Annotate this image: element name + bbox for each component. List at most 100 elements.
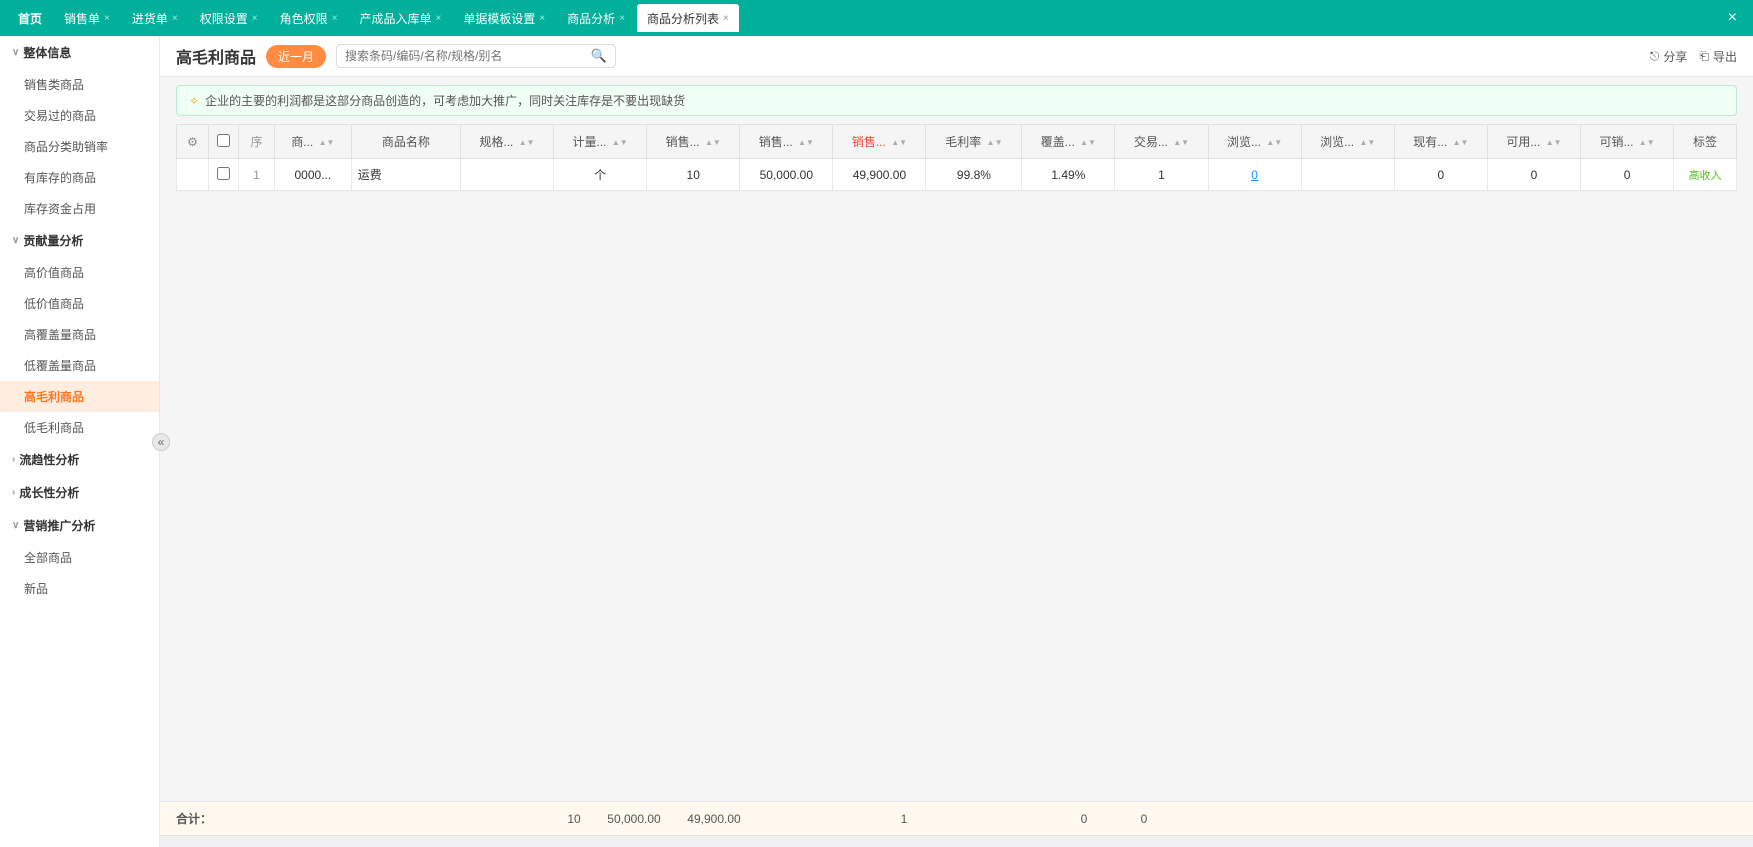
sidebar-item-low-margin[interactable]: 低毛利商品 [0, 412, 159, 443]
col-available[interactable]: 可用... ▲▼ [1487, 125, 1580, 159]
col-salable[interactable]: 可销... ▲▼ [1580, 125, 1673, 159]
section-arrow-trend: › [12, 454, 15, 465]
section-label-marketing: 营销推广分析 [23, 517, 95, 534]
sidebar-item-in-stock-goods[interactable]: 有库存的商品 [0, 162, 159, 193]
footer-sales1: 10 [554, 812, 594, 826]
sidebar-collapse-button[interactable]: « [152, 433, 170, 451]
nav-close-purchase[interactable]: × [172, 13, 178, 24]
footer-available: 0 [1114, 812, 1174, 826]
sidebar-item-high-value[interactable]: 高价值商品 [0, 257, 159, 288]
row-checkbox[interactable] [217, 167, 230, 180]
cell-sales3: 49,900.00 [833, 159, 926, 191]
col-num: 序 [239, 125, 275, 159]
col-coverage[interactable]: 覆盖... ▲▼ [1022, 125, 1115, 159]
gear-icon[interactable]: ⚙ [187, 135, 198, 149]
cell-browse1[interactable]: 0 [1208, 159, 1301, 191]
nav-tab-sales[interactable]: 销售单 × [54, 4, 120, 32]
nav-template-label: 单据模板设置 [463, 10, 535, 27]
sidebar-item-all-goods[interactable]: 全部商品 [0, 542, 159, 573]
section-arrow-contribution: ∨ [12, 235, 19, 246]
col-sales2[interactable]: 销售... ▲▼ [740, 125, 833, 159]
footer-summary: 合计： 10 50,000.00 49,900.00 1 0 0 [160, 801, 1753, 835]
sidebar-section-contribution[interactable]: ∨ 贡献量分析 [0, 224, 159, 257]
col-code[interactable]: 商... ▲▼ [275, 125, 352, 159]
sidebar-item-new-goods[interactable]: 新品 [0, 573, 159, 604]
cell-sales1: 10 [647, 159, 740, 191]
sidebar-section-trend[interactable]: › 流趋性分析 [0, 443, 159, 476]
col-browse1[interactable]: 浏览... ▲▼ [1208, 125, 1301, 159]
footer-trade: 1 [874, 812, 934, 826]
nav-close-template[interactable]: × [539, 13, 545, 24]
nav-tab-product-storage[interactable]: 产成品入库单 × [349, 4, 451, 32]
sidebar-item-traded-goods[interactable]: 交易过的商品 [0, 100, 159, 131]
page-title: 高毛利商品 [176, 44, 256, 68]
cell-code: 0000... [275, 159, 352, 191]
col-trade[interactable]: 交易... ▲▼ [1115, 125, 1208, 159]
sidebar-item-category-sales-rate[interactable]: 商品分类助销率 [0, 131, 159, 162]
col-stock[interactable]: 现有... ▲▼ [1394, 125, 1487, 159]
cell-browse2 [1301, 159, 1394, 191]
main-layout: ∨ 整体信息 销售类商品 交易过的商品 商品分类助销率 有库存的商品 库存资金占… [0, 36, 1753, 847]
header-actions: ⎋ 分享 ⎗ 导出 [1650, 48, 1737, 65]
col-sales3[interactable]: 销售... ▲▼ [833, 125, 926, 159]
nav-tab-purchase[interactable]: 进货单 × [122, 4, 188, 32]
share-button[interactable]: ⎋ 分享 [1650, 48, 1688, 65]
content-header: 高毛利商品 近一月 🔍 ⎋ 分享 ⎗ 导出 [160, 36, 1753, 77]
sidebar-item-low-value[interactable]: 低价值商品 [0, 288, 159, 319]
cell-checkbox[interactable] [209, 159, 239, 191]
cell-gross-rate: 99.8% [926, 159, 1022, 191]
nav-tab-home[interactable]: 首页 [8, 4, 52, 32]
cell-tag: 高收入 [1674, 159, 1737, 191]
nav-tab-template[interactable]: 单据模板设置 × [453, 4, 555, 32]
col-tag: 标签 [1674, 125, 1737, 159]
cell-stock: 0 [1394, 159, 1487, 191]
section-arrow-marketing: ∨ [12, 520, 19, 531]
sidebar-section-marketing[interactable]: ∨ 营销推广分析 [0, 509, 159, 542]
nav-close-permission[interactable]: × [252, 13, 258, 24]
cell-trade: 1 [1115, 159, 1208, 191]
cell-name: 运费 [351, 159, 460, 191]
cell-num: 1 [239, 159, 275, 191]
sidebar-item-stock-funds[interactable]: 库存资金占用 [0, 193, 159, 224]
nav-tab-analysis[interactable]: 商品分析 × [557, 4, 635, 32]
nav-tab-role[interactable]: 角色权限 × [270, 4, 348, 32]
sidebar-item-low-coverage[interactable]: 低覆盖量商品 [0, 350, 159, 381]
export-button[interactable]: ⎗ 导出 [1699, 48, 1737, 65]
nav-close-analysis[interactable]: × [619, 13, 625, 24]
nav-close-product-storage[interactable]: × [435, 13, 441, 24]
search-input[interactable] [345, 49, 587, 63]
sidebar-item-high-margin[interactable]: 高毛利商品 [0, 381, 159, 412]
nav-analysis-list-label: 商品分析列表 [647, 10, 719, 27]
search-icon[interactable]: 🔍 [591, 48, 607, 64]
footer-stock: 0 [1054, 812, 1114, 826]
sidebar-section-overall[interactable]: ∨ 整体信息 [0, 36, 159, 69]
sidebar-item-high-coverage[interactable]: 高覆盖量商品 [0, 319, 159, 350]
nav-close-analysis-list[interactable]: × [723, 13, 729, 24]
cell-coverage: 1.49% [1022, 159, 1115, 191]
select-all-checkbox[interactable] [217, 134, 230, 147]
nav-sales-label: 销售单 [64, 10, 100, 27]
col-browse2[interactable]: 浏览... ▲▼ [1301, 125, 1394, 159]
col-checkbox[interactable] [209, 125, 239, 159]
col-spec[interactable]: 规格... ▲▼ [460, 125, 553, 159]
cell-sales2: 50,000.00 [740, 159, 833, 191]
nav-close-role[interactable]: × [332, 13, 338, 24]
col-sales1[interactable]: 销售... ▲▼ [647, 125, 740, 159]
nav-tab-permission[interactable]: 权限设置 × [190, 4, 268, 32]
app-close-button[interactable]: × [1720, 9, 1745, 27]
sidebar: ∨ 整体信息 销售类商品 交易过的商品 商品分类助销率 有库存的商品 库存资金占… [0, 36, 160, 847]
tip-icon: ✧ [189, 94, 199, 108]
nav-tab-analysis-list[interactable]: 商品分析列表 × [637, 4, 739, 32]
content-area: 高毛利商品 近一月 🔍 ⎋ 分享 ⎗ 导出 ✧ 企业的主要的利润都是这部分商品创… [160, 36, 1753, 847]
col-gross-rate[interactable]: 毛利率 ▲▼ [926, 125, 1022, 159]
table-row[interactable]: 1 0000... 运费 个 10 50,000.00 49,900.00 99… [177, 159, 1737, 191]
col-unit[interactable]: 计量... ▲▼ [554, 125, 647, 159]
horizontal-scrollbar[interactable] [160, 835, 1753, 847]
sidebar-item-sales-goods[interactable]: 销售类商品 [0, 69, 159, 100]
sidebar-section-growth[interactable]: › 成长性分析 [0, 476, 159, 509]
filter-recent-month-button[interactable]: 近一月 [266, 45, 326, 68]
nav-close-sales[interactable]: × [104, 13, 110, 24]
col-gear[interactable]: ⚙ [177, 125, 209, 159]
top-nav: 首页 销售单 × 进货单 × 权限设置 × 角色权限 × 产成品入库单 × 单据… [0, 0, 1753, 36]
table-container[interactable]: ⚙ 序 商... ▲▼ 商品名称 规格... ▲▼ [176, 124, 1737, 801]
